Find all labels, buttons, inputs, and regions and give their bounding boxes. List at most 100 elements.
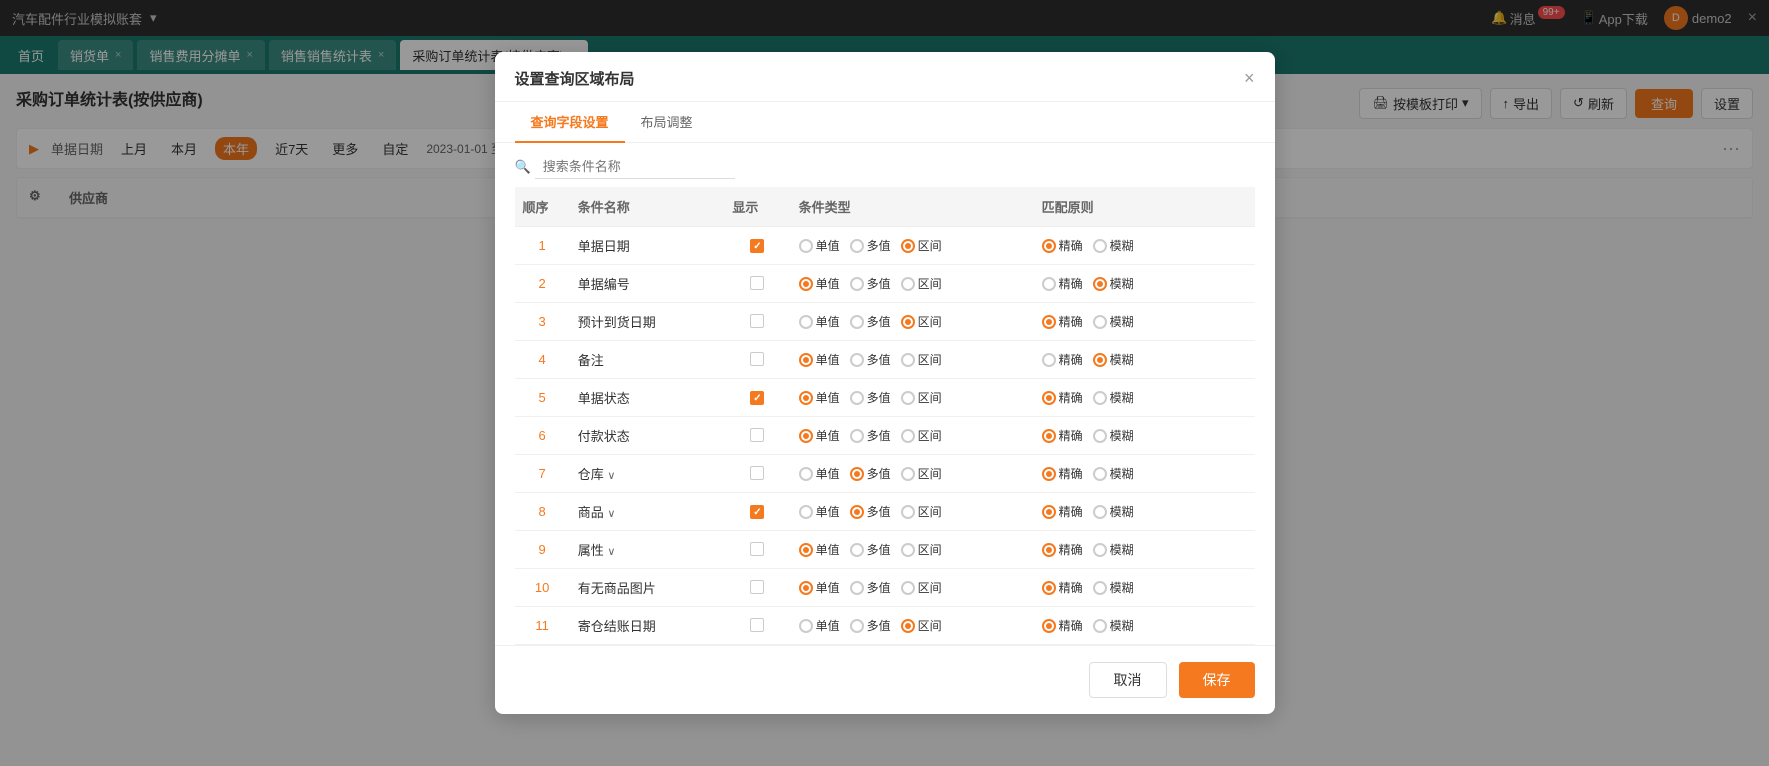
match-option-精确-4[interactable]: 精确 bbox=[1042, 389, 1083, 406]
match-option-精确-10[interactable]: 精确 bbox=[1042, 617, 1083, 634]
dialog-close-button[interactable]: × bbox=[1244, 68, 1255, 101]
type-option-区间-7[interactable]: 区间 bbox=[901, 503, 942, 520]
type-option-区间-1[interactable]: 区间 bbox=[901, 275, 942, 292]
type-option-多值-0[interactable]: 多值 bbox=[850, 237, 891, 254]
type-option-多值-3[interactable]: 多值 bbox=[850, 351, 891, 368]
cancel-button[interactable]: 取消 bbox=[1089, 662, 1167, 698]
checkbox-5[interactable] bbox=[749, 427, 765, 443]
cell-show-10[interactable] bbox=[724, 607, 790, 645]
cell-show-1[interactable] bbox=[724, 265, 790, 303]
checkbox-1[interactable] bbox=[749, 275, 765, 291]
cell-type-8: 单值多值区间 bbox=[791, 531, 1034, 569]
type-option-区间-3[interactable]: 区间 bbox=[901, 351, 942, 368]
type-option-单值-0[interactable]: 单值 bbox=[799, 237, 840, 254]
match-option-模糊-3[interactable]: 模糊 bbox=[1093, 351, 1134, 368]
type-option-单值-1[interactable]: 单值 bbox=[799, 275, 840, 292]
tab-layout-adjust[interactable]: 布局调整 bbox=[625, 102, 709, 143]
checkbox-6[interactable] bbox=[749, 465, 765, 481]
match-option-精确-1[interactable]: 精确 bbox=[1042, 275, 1083, 292]
type-option-区间-0[interactable]: 区间 bbox=[901, 237, 942, 254]
type-option-多值-7[interactable]: 多值 bbox=[850, 503, 891, 520]
type-option-多值-5[interactable]: 多值 bbox=[850, 427, 891, 444]
match-circle-精确-6 bbox=[1042, 467, 1056, 481]
save-button[interactable]: 保存 bbox=[1179, 662, 1255, 698]
checkbox-9[interactable] bbox=[749, 579, 765, 595]
match-option-精确-3[interactable]: 精确 bbox=[1042, 351, 1083, 368]
type-option-单值-3[interactable]: 单值 bbox=[799, 351, 840, 368]
checkbox-0[interactable] bbox=[749, 238, 765, 254]
type-option-多值-6[interactable]: 多值 bbox=[850, 465, 891, 482]
radio-circle-单值-10 bbox=[799, 619, 813, 633]
type-option-多值-10[interactable]: 多值 bbox=[850, 617, 891, 634]
checkbox-2[interactable] bbox=[749, 313, 765, 329]
match-option-模糊-6[interactable]: 模糊 bbox=[1093, 465, 1134, 482]
match-option-精确-8[interactable]: 精确 bbox=[1042, 541, 1083, 558]
type-option-多值-1[interactable]: 多值 bbox=[850, 275, 891, 292]
match-option-模糊-0[interactable]: 模糊 bbox=[1093, 237, 1134, 254]
match-option-模糊-10[interactable]: 模糊 bbox=[1093, 617, 1134, 634]
match-option-精确-9[interactable]: 精确 bbox=[1042, 579, 1083, 596]
type-option-区间-6[interactable]: 区间 bbox=[901, 465, 942, 482]
match-option-精确-0[interactable]: 精确 bbox=[1042, 237, 1083, 254]
cell-show-7[interactable] bbox=[724, 493, 790, 531]
checkbox-3[interactable] bbox=[749, 351, 765, 367]
match-circle-精确-5 bbox=[1042, 429, 1056, 443]
radio-label-多值-3: 多值 bbox=[867, 351, 891, 368]
match-option-模糊-8[interactable]: 模糊 bbox=[1093, 541, 1134, 558]
type-option-区间-9[interactable]: 区间 bbox=[901, 579, 942, 596]
cell-type-6: 单值多值区间 bbox=[791, 455, 1034, 493]
match-option-模糊-2[interactable]: 模糊 bbox=[1093, 313, 1134, 330]
radio-circle-区间-9 bbox=[901, 581, 915, 595]
match-option-模糊-9[interactable]: 模糊 bbox=[1093, 579, 1134, 596]
type-option-区间-2[interactable]: 区间 bbox=[901, 313, 942, 330]
match-circle-模糊-3 bbox=[1093, 353, 1107, 367]
match-option-精确-5[interactable]: 精确 bbox=[1042, 427, 1083, 444]
radio-circle-区间-7 bbox=[901, 505, 915, 519]
cell-show-8[interactable] bbox=[724, 531, 790, 569]
type-option-单值-5[interactable]: 单值 bbox=[799, 427, 840, 444]
match-label-精确-9: 精确 bbox=[1059, 579, 1083, 596]
match-option-模糊-1[interactable]: 模糊 bbox=[1093, 275, 1134, 292]
type-option-区间-5[interactable]: 区间 bbox=[901, 427, 942, 444]
cell-type-4: 单值多值区间 bbox=[791, 379, 1034, 417]
type-option-单值-10[interactable]: 单值 bbox=[799, 617, 840, 634]
type-option-单值-2[interactable]: 单值 bbox=[799, 313, 840, 330]
type-option-多值-4[interactable]: 多值 bbox=[850, 389, 891, 406]
radio-label-单值-7: 单值 bbox=[816, 503, 840, 520]
match-option-模糊-5[interactable]: 模糊 bbox=[1093, 427, 1134, 444]
cell-name-7: 商品 ∨ bbox=[570, 493, 725, 531]
match-option-精确-6[interactable]: 精确 bbox=[1042, 465, 1083, 482]
cell-show-3[interactable] bbox=[724, 341, 790, 379]
match-option-精确-2[interactable]: 精确 bbox=[1042, 313, 1083, 330]
type-option-单值-6[interactable]: 单值 bbox=[799, 465, 840, 482]
type-option-多值-2[interactable]: 多值 bbox=[850, 313, 891, 330]
tab-field-settings[interactable]: 查询字段设置 bbox=[515, 102, 625, 143]
type-option-单值-4[interactable]: 单值 bbox=[799, 389, 840, 406]
condition-search-input[interactable] bbox=[535, 155, 735, 179]
radio-circle-区间-6 bbox=[901, 467, 915, 481]
radio-circle-单值-8 bbox=[799, 543, 813, 557]
type-option-多值-8[interactable]: 多值 bbox=[850, 541, 891, 558]
checkbox-7[interactable] bbox=[749, 504, 765, 520]
type-option-区间-10[interactable]: 区间 bbox=[901, 617, 942, 634]
match-option-模糊-7[interactable]: 模糊 bbox=[1093, 503, 1134, 520]
match-option-精确-7[interactable]: 精确 bbox=[1042, 503, 1083, 520]
type-option-多值-9[interactable]: 多值 bbox=[850, 579, 891, 596]
checkbox-4[interactable] bbox=[749, 390, 765, 406]
type-option-单值-9[interactable]: 单值 bbox=[799, 579, 840, 596]
checkbox-10[interactable] bbox=[749, 617, 765, 633]
match-option-模糊-4[interactable]: 模糊 bbox=[1093, 389, 1134, 406]
match-label-精确-8: 精确 bbox=[1059, 541, 1083, 558]
cell-show-5[interactable] bbox=[724, 417, 790, 455]
type-option-单值-7[interactable]: 单值 bbox=[799, 503, 840, 520]
type-option-区间-8[interactable]: 区间 bbox=[901, 541, 942, 558]
cell-show-0[interactable] bbox=[724, 227, 790, 265]
cell-show-6[interactable] bbox=[724, 455, 790, 493]
type-option-区间-4[interactable]: 区间 bbox=[901, 389, 942, 406]
cell-show-4[interactable] bbox=[724, 379, 790, 417]
match-radio-group-4: 精确模糊 bbox=[1042, 389, 1247, 406]
checkbox-8[interactable] bbox=[749, 541, 765, 557]
cell-show-9[interactable] bbox=[724, 569, 790, 607]
type-option-单值-8[interactable]: 单值 bbox=[799, 541, 840, 558]
cell-show-2[interactable] bbox=[724, 303, 790, 341]
